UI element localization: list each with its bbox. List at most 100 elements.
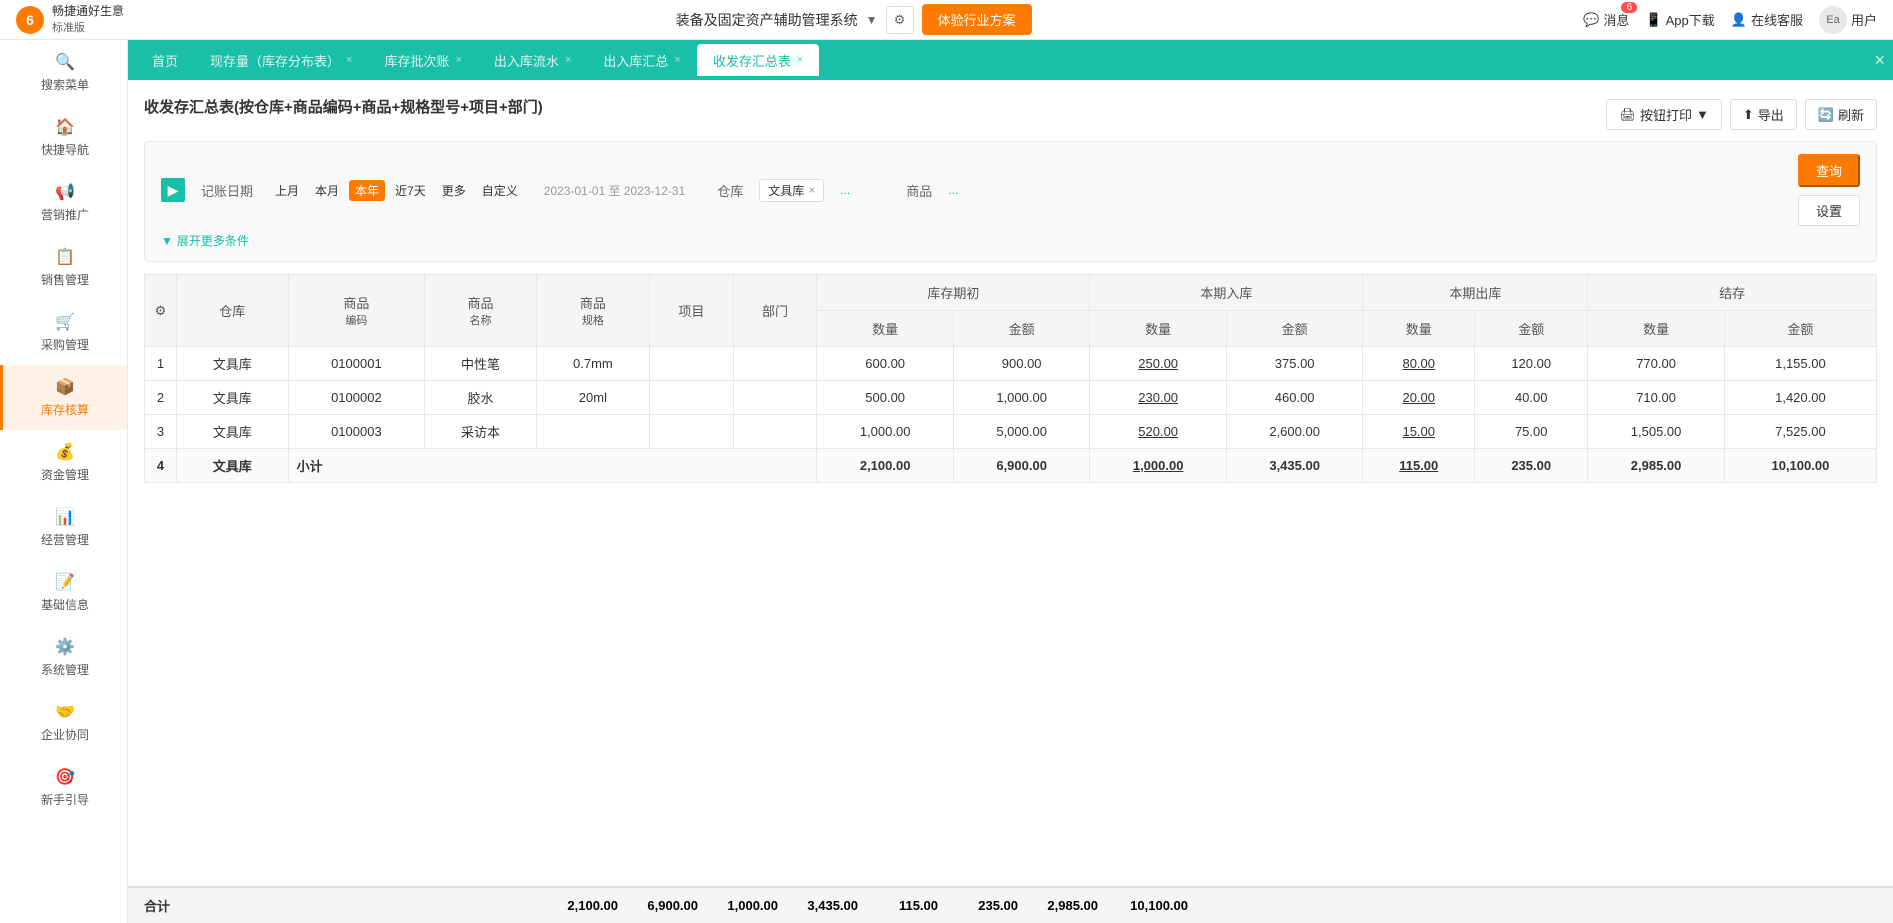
- total-close-qty: 2,985.00: [1028, 898, 1108, 913]
- row3-close-qty: 1,505.00: [1588, 415, 1725, 449]
- filter-collapse-arrow[interactable]: ▶: [161, 178, 185, 202]
- th-in-group: 本期入库: [1090, 275, 1363, 311]
- sidebar-label-operation: 经营管理: [41, 531, 89, 548]
- query-button[interactable]: 查询: [1798, 154, 1860, 187]
- row1-in-qty[interactable]: 250.00: [1090, 347, 1227, 381]
- search-icon: 🔍: [55, 52, 75, 72]
- sidebar-label-basic: 基础信息: [41, 596, 89, 613]
- tab-stock-dist[interactable]: 现存量（库存分布表） ×: [194, 44, 368, 76]
- th-closing-group: 结存: [1588, 275, 1877, 311]
- sidebar-item-search[interactable]: 🔍 搜索菜单: [0, 40, 127, 105]
- sidebar-label-purchase: 采购管理: [41, 336, 89, 353]
- row2-in-qty[interactable]: 230.00: [1090, 381, 1227, 415]
- date-btn-this-month[interactable]: 本月: [309, 180, 345, 201]
- th-close-qty: 数量: [1588, 311, 1725, 347]
- print-button[interactable]: 🖨 按钮打印 ▼: [1606, 99, 1721, 130]
- total-open-qty: 2,100.00: [548, 898, 628, 913]
- service-icon: 👤: [1731, 12, 1747, 28]
- sidebar-item-finance[interactable]: 💰 资金管理: [0, 430, 127, 495]
- refresh-button[interactable]: 🔄 刷新: [1805, 99, 1877, 130]
- date-btn-more[interactable]: 更多: [436, 180, 472, 201]
- page-title: 收发存汇总表(按仓库+商品编码+商品+规格型号+项目+部门): [144, 96, 543, 117]
- row2-name: 胶水: [425, 381, 537, 415]
- settings-icon-btn[interactable]: ⚙: [886, 6, 914, 34]
- date-btn-7days[interactable]: 近7天: [389, 180, 432, 201]
- tab-close-inout-flow[interactable]: ×: [565, 54, 571, 66]
- tab-inout-summary[interactable]: 出入库汇总 ×: [587, 44, 696, 76]
- app-download-item[interactable]: 📱 App下载: [1645, 10, 1714, 29]
- date-btn-custom[interactable]: 自定义: [476, 180, 524, 201]
- warehouse-tag[interactable]: 文具库 ×: [759, 179, 824, 202]
- subtotal-close-qty: 2,985.00: [1588, 449, 1725, 483]
- sidebar-label-system: 系统管理: [41, 661, 89, 678]
- tab-close-stock-dist[interactable]: ×: [346, 54, 352, 66]
- sidebar-item-guide[interactable]: 🎯 新手引导: [0, 755, 127, 820]
- system-dropdown[interactable]: ▼: [866, 13, 878, 27]
- subtotal-out-qty[interactable]: 115.00: [1363, 449, 1475, 483]
- total-in-qty: 1,000.00: [708, 898, 788, 913]
- th-settings[interactable]: ⚙: [145, 275, 177, 347]
- sidebar-item-marketing[interactable]: 📢 营销推广: [0, 170, 127, 235]
- th-open-qty: 数量: [817, 311, 954, 347]
- table-row: 1 文具库 0100001 中性笔 0.7mm 600.00 900.00 25…: [145, 347, 1877, 381]
- warehouse-tag-close[interactable]: ×: [808, 183, 815, 197]
- header-right-buttons: 🖨 按钮打印 ▼ ⬆ 导出 🔄 刷新: [1606, 99, 1877, 130]
- sidebar-item-system[interactable]: ⚙️ 系统管理: [0, 625, 127, 690]
- notification-icon: 💬: [1583, 12, 1599, 28]
- notification-item[interactable]: 💬 消息 6: [1583, 10, 1629, 29]
- experience-button[interactable]: 体验行业方案: [922, 4, 1032, 35]
- sidebar-item-inventory[interactable]: 📦 库存核算: [0, 365, 127, 430]
- row1-close-amt: 1,155.00: [1724, 347, 1876, 381]
- th-out-amt: 金额: [1475, 311, 1588, 347]
- row1-out-qty[interactable]: 80.00: [1363, 347, 1475, 381]
- row3-close-amt: 7,525.00: [1724, 415, 1876, 449]
- row3-dept: [733, 415, 817, 449]
- phone-icon: 📱: [1645, 12, 1661, 28]
- app-title: 畅捷通好生意: [52, 4, 124, 20]
- total-open-amt: 6,900.00: [628, 898, 708, 913]
- export-button[interactable]: ⬆ 导出: [1730, 99, 1797, 130]
- tab-close-batch[interactable]: ×: [455, 54, 461, 66]
- sidebar-label-enterprise: 企业协同: [41, 726, 89, 743]
- goods-more-btn[interactable]: ...: [948, 183, 958, 197]
- row3-out-qty[interactable]: 15.00: [1363, 415, 1475, 449]
- subtotal-open-amt: 6,900.00: [953, 449, 1090, 483]
- expand-btn[interactable]: ▼ 展开更多条件: [161, 232, 1860, 249]
- basic-icon: 📝: [55, 572, 75, 592]
- subtotal-in-qty[interactable]: 1,000.00: [1090, 449, 1227, 483]
- sidebar-item-operation[interactable]: 📊 经营管理: [0, 495, 127, 560]
- tab-batch[interactable]: 库存批次账 ×: [368, 44, 477, 76]
- sidebar-item-basic[interactable]: 📝 基础信息: [0, 560, 127, 625]
- row2-out-amt: 40.00: [1475, 381, 1588, 415]
- content-area: 首页 现存量（库存分布表） × 库存批次账 × 出入库流水 × 出入库汇总 ×: [128, 40, 1893, 923]
- tab-close-collect-summary[interactable]: ×: [797, 54, 803, 66]
- goods-filter-label: 商品: [906, 181, 932, 200]
- date-btn-this-year[interactable]: 本年: [349, 180, 385, 201]
- tab-close-inout-summary[interactable]: ×: [674, 54, 680, 66]
- home-icon: 🏠: [55, 117, 75, 137]
- guide-icon: 🎯: [55, 767, 75, 787]
- sidebar-item-quick[interactable]: 🏠 快捷导航: [0, 105, 127, 170]
- online-service-item[interactable]: 👤 在线客服: [1731, 10, 1803, 29]
- table-settings-icon[interactable]: ⚙: [155, 303, 167, 318]
- tab-inout-flow[interactable]: 出入库流水 ×: [478, 44, 587, 76]
- user-item[interactable]: Ea 用户: [1819, 6, 1877, 34]
- date-btn-last-month[interactable]: 上月: [269, 180, 305, 201]
- tab-collect-summary[interactable]: 收发存汇总表 ×: [697, 44, 819, 76]
- row3-spec: [536, 415, 649, 449]
- row3-in-qty[interactable]: 520.00: [1090, 415, 1227, 449]
- th-open-amt: 金额: [953, 311, 1090, 347]
- table-settings-button[interactable]: 设置: [1798, 195, 1860, 226]
- tab-home[interactable]: 首页: [136, 44, 194, 76]
- right-action-buttons: 查询 设置: [1798, 154, 1860, 226]
- row2-in-amt: 460.00: [1226, 381, 1363, 415]
- sidebar-item-enterprise[interactable]: 🤝 企业协同: [0, 690, 127, 755]
- sidebar-item-sales[interactable]: 📋 销售管理: [0, 235, 127, 300]
- finance-icon: 💰: [55, 442, 75, 462]
- warehouse-more-btn[interactable]: ...: [840, 183, 850, 197]
- app-title-block: 畅捷通好生意 标准版: [52, 4, 124, 36]
- tab-bar-close-all[interactable]: ×: [1874, 50, 1885, 71]
- row2-out-qty[interactable]: 20.00: [1363, 381, 1475, 415]
- sidebar-item-purchase[interactable]: 🛒 采购管理: [0, 300, 127, 365]
- app-container: 6 畅捷通好生意 标准版 装备及固定资产辅助管理系统 ▼ ⚙ 体验行业方案 💬 …: [0, 0, 1893, 923]
